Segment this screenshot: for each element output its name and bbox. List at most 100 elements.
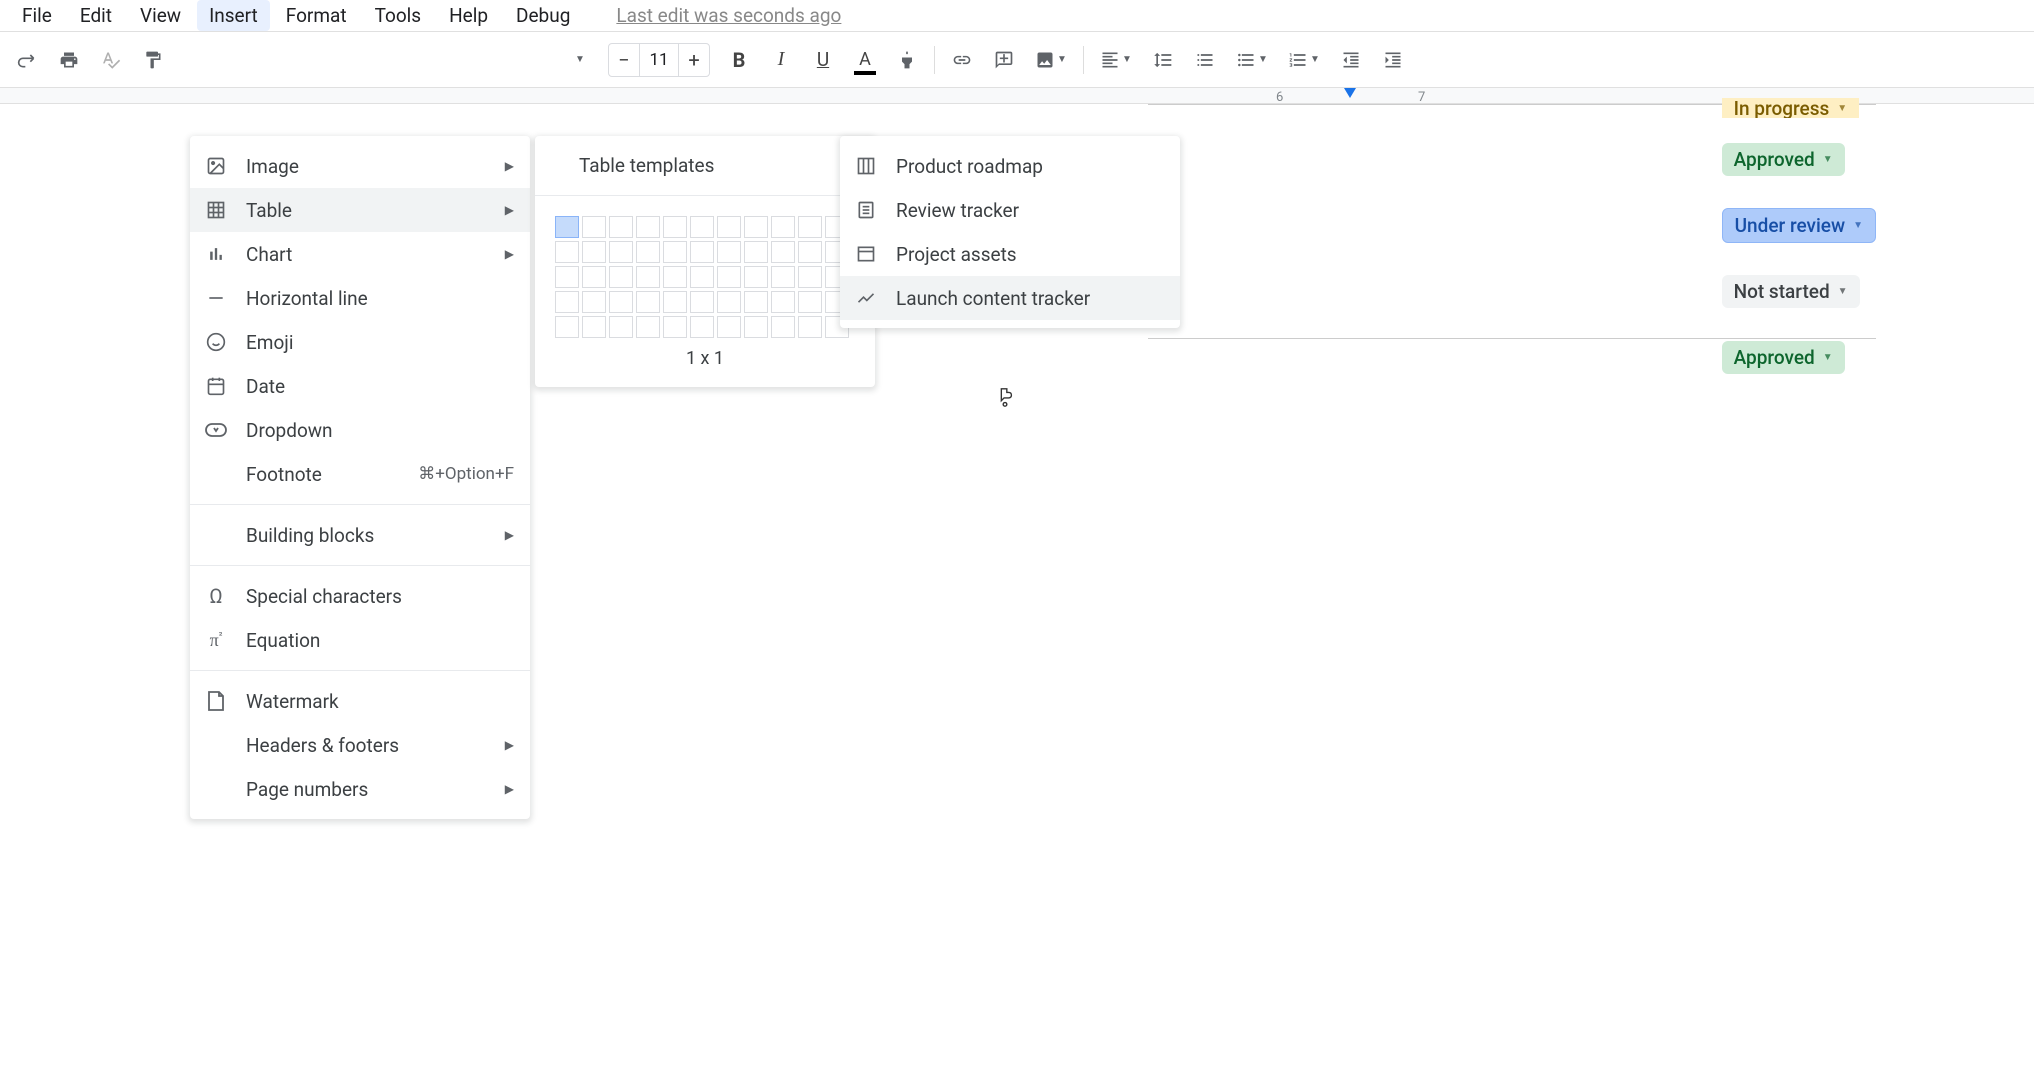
grid-cell[interactable] bbox=[555, 241, 579, 263]
grid-cell[interactable] bbox=[717, 316, 741, 338]
highlight-icon[interactable] bbox=[888, 41, 926, 79]
print-icon[interactable] bbox=[50, 41, 88, 79]
text-color-icon[interactable]: A bbox=[846, 41, 884, 79]
grid-cell[interactable] bbox=[744, 316, 768, 338]
status-chip-approved[interactable]: Approved▼ bbox=[1722, 143, 1845, 176]
grid-cell[interactable] bbox=[798, 241, 822, 263]
grid-cell[interactable] bbox=[663, 216, 687, 238]
grid-cell[interactable] bbox=[744, 216, 768, 238]
grid-cell[interactable] bbox=[690, 216, 714, 238]
grid-cell[interactable] bbox=[609, 291, 633, 313]
grid-cell[interactable] bbox=[798, 316, 822, 338]
grid-cell[interactable] bbox=[582, 266, 606, 288]
menu-item-special-characters[interactable]: Ω Special characters bbox=[190, 574, 530, 618]
grid-cell[interactable] bbox=[609, 216, 633, 238]
font-size-value[interactable]: 11 bbox=[639, 44, 679, 76]
menu-item-table[interactable]: Table ▶ bbox=[190, 188, 530, 232]
underline-icon[interactable]: U bbox=[804, 41, 842, 79]
grid-cell[interactable] bbox=[636, 316, 660, 338]
spellcheck-icon[interactable] bbox=[92, 41, 130, 79]
template-product-roadmap[interactable]: Product roadmap bbox=[840, 144, 1180, 188]
status-chip-approved[interactable]: Approved▼ bbox=[1722, 341, 1845, 374]
grid-cell[interactable] bbox=[690, 266, 714, 288]
menu-tools[interactable]: Tools bbox=[363, 0, 434, 31]
template-project-assets[interactable]: Project assets bbox=[840, 232, 1180, 276]
grid-cell[interactable] bbox=[690, 241, 714, 263]
menu-format[interactable]: Format bbox=[274, 0, 359, 31]
grid-cell[interactable] bbox=[717, 266, 741, 288]
link-icon[interactable] bbox=[943, 41, 981, 79]
grid-cell[interactable] bbox=[609, 241, 633, 263]
font-dropdown[interactable]: ▼ bbox=[560, 41, 598, 79]
font-size-decrease[interactable]: − bbox=[609, 44, 639, 76]
status-chip-not-started[interactable]: Not started▼ bbox=[1722, 275, 1860, 308]
template-review-tracker[interactable]: Review tracker bbox=[840, 188, 1180, 232]
menu-item-image[interactable]: Image ▶ bbox=[190, 144, 530, 188]
grid-cell[interactable] bbox=[798, 291, 822, 313]
menu-item-emoji[interactable]: Emoji bbox=[190, 320, 530, 364]
grid-cell[interactable] bbox=[690, 316, 714, 338]
menu-item-table-templates[interactable]: Table templates ▶ bbox=[535, 144, 875, 187]
menu-item-page-numbers[interactable]: Page numbers ▶ bbox=[190, 767, 530, 811]
grid-cell[interactable] bbox=[744, 241, 768, 263]
status-chip-under-review[interactable]: Under review▼ bbox=[1722, 208, 1876, 243]
grid-cell[interactable] bbox=[636, 291, 660, 313]
menu-insert[interactable]: Insert bbox=[197, 0, 270, 31]
italic-icon[interactable]: I bbox=[762, 41, 800, 79]
menu-debug[interactable]: Debug bbox=[504, 0, 582, 31]
grid-cell[interactable] bbox=[771, 266, 795, 288]
table-size-grid[interactable]: 1 x 1 bbox=[535, 204, 875, 379]
bullet-list-icon[interactable]: ▼ bbox=[1228, 41, 1276, 79]
menu-item-chart[interactable]: Chart ▶ bbox=[190, 232, 530, 276]
grid-cell[interactable] bbox=[717, 241, 741, 263]
grid-cell[interactable] bbox=[690, 291, 714, 313]
grid-cell[interactable] bbox=[717, 216, 741, 238]
grid-cell[interactable] bbox=[744, 291, 768, 313]
numbered-list-icon[interactable]: ▼ bbox=[1280, 41, 1328, 79]
grid-cell[interactable] bbox=[582, 316, 606, 338]
comment-icon[interactable] bbox=[985, 41, 1023, 79]
font-size-increase[interactable]: + bbox=[679, 44, 709, 76]
align-icon[interactable]: ▼ bbox=[1092, 41, 1140, 79]
grid-cell[interactable] bbox=[663, 316, 687, 338]
grid-cell[interactable] bbox=[609, 266, 633, 288]
image-insert-icon[interactable]: ▼ bbox=[1027, 41, 1075, 79]
line-spacing-icon[interactable] bbox=[1144, 41, 1182, 79]
menu-item-horizontal-line[interactable]: Horizontal line bbox=[190, 276, 530, 320]
grid-cell[interactable] bbox=[798, 266, 822, 288]
paint-format-icon[interactable] bbox=[134, 41, 172, 79]
menu-item-date[interactable]: Date bbox=[190, 364, 530, 408]
grid-cell[interactable] bbox=[555, 316, 579, 338]
grid-cell[interactable] bbox=[717, 291, 741, 313]
grid-cell[interactable] bbox=[771, 216, 795, 238]
last-edit-link[interactable]: Last edit was seconds ago bbox=[616, 4, 841, 27]
menu-item-watermark[interactable]: Watermark bbox=[190, 679, 530, 723]
grid-cell[interactable] bbox=[663, 241, 687, 263]
grid-cell[interactable] bbox=[636, 266, 660, 288]
document-canvas[interactable]: Image ▶ Table ▶ Chart ▶ Horizontal line … bbox=[0, 104, 2034, 1074]
grid-cell[interactable] bbox=[555, 266, 579, 288]
status-chip-in-progress[interactable]: In progress▼ bbox=[1722, 98, 1860, 118]
menu-edit[interactable]: Edit bbox=[68, 0, 124, 31]
menu-item-building-blocks[interactable]: Building blocks ▶ bbox=[190, 513, 530, 557]
grid-cell[interactable] bbox=[663, 291, 687, 313]
grid-cell[interactable] bbox=[555, 291, 579, 313]
grid-cell[interactable] bbox=[663, 266, 687, 288]
menu-item-headers-footers[interactable]: Headers & footers ▶ bbox=[190, 723, 530, 767]
grid-cell[interactable] bbox=[609, 316, 633, 338]
menu-item-footnote[interactable]: Footnote ⌘+Option+F bbox=[190, 452, 530, 496]
grid-cell[interactable] bbox=[798, 216, 822, 238]
template-launch-content-tracker[interactable]: Launch content tracker bbox=[840, 276, 1180, 320]
grid-cell[interactable] bbox=[582, 241, 606, 263]
grid-cell[interactable] bbox=[744, 266, 768, 288]
grid-cell[interactable] bbox=[771, 291, 795, 313]
grid-cell[interactable] bbox=[771, 241, 795, 263]
checklist-icon[interactable] bbox=[1186, 41, 1224, 79]
grid-cell[interactable] bbox=[636, 241, 660, 263]
grid-cell[interactable] bbox=[771, 316, 795, 338]
menu-item-dropdown[interactable]: Dropdown bbox=[190, 408, 530, 452]
indent-increase-icon[interactable] bbox=[1374, 41, 1412, 79]
grid-cell[interactable] bbox=[582, 291, 606, 313]
menu-help[interactable]: Help bbox=[437, 0, 500, 31]
redo-icon[interactable] bbox=[8, 41, 46, 79]
